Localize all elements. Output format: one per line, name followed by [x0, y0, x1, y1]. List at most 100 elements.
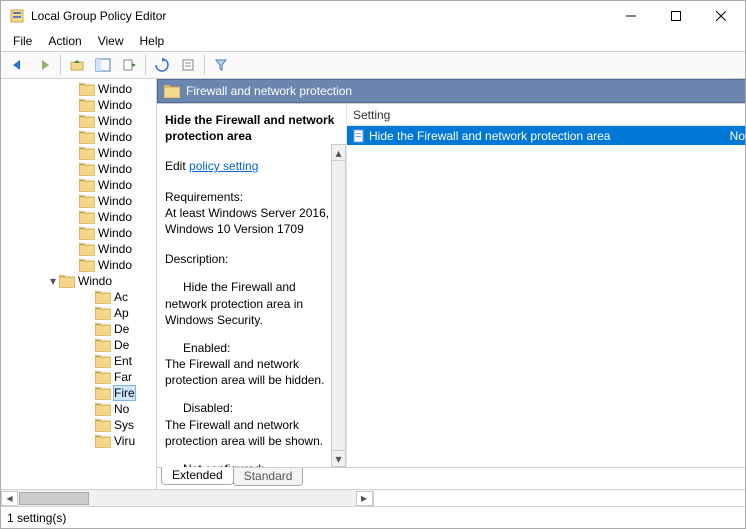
folder-icon: [79, 227, 95, 240]
tree-item[interactable]: Windo: [1, 145, 156, 161]
edit-label: Edit: [165, 159, 186, 173]
tree-item[interactable]: ▾Windo: [1, 273, 156, 289]
folder-icon: [79, 243, 95, 256]
status-bar: 1 setting(s): [1, 506, 745, 528]
scroll-thumb[interactable]: [19, 492, 89, 505]
tree-item[interactable]: Sys: [1, 417, 156, 433]
requirements-label: Requirements:: [165, 189, 340, 205]
up-button[interactable]: [65, 53, 89, 77]
tree-item[interactable]: Ap: [1, 305, 156, 321]
tree-item-label: Windo: [98, 242, 132, 256]
policy-setting-link[interactable]: policy setting: [189, 159, 258, 173]
scroll-right-icon[interactable]: ▸: [356, 491, 373, 506]
tree-pane[interactable]: WindoWindoWindoWindoWindoWindoWindoWindo…: [1, 79, 157, 489]
properties-button[interactable]: [176, 53, 200, 77]
tree-item-label: Windo: [98, 82, 132, 96]
back-button[interactable]: [6, 53, 30, 77]
view-tabs: Extended Standard: [157, 467, 745, 489]
tree-item[interactable]: Fire: [1, 385, 156, 401]
tree-item[interactable]: Windo: [1, 177, 156, 193]
export-button[interactable]: [117, 53, 141, 77]
tree-item[interactable]: Ent: [1, 353, 156, 369]
toolbar-separator: [145, 55, 146, 75]
show-hide-tree-button[interactable]: [91, 53, 115, 77]
folder-icon: [79, 131, 95, 144]
tree-item-label: Far: [114, 370, 132, 384]
description-text: Hide the Firewall and network protection…: [165, 279, 340, 328]
tab-extended[interactable]: Extended: [161, 467, 234, 485]
minimize-button[interactable]: [608, 2, 653, 30]
toolbar: [1, 51, 745, 79]
tree-item[interactable]: Windo: [1, 225, 156, 241]
folder-icon: [79, 115, 95, 128]
tree-item-label: Windo: [98, 258, 132, 272]
scroll-left-icon[interactable]: ◂: [1, 491, 18, 506]
tree-h-scrollbar[interactable]: ◂ ▸: [1, 490, 374, 506]
tree-item[interactable]: Windo: [1, 161, 156, 177]
scroll-up-icon[interactable]: ▴: [332, 145, 345, 161]
folder-icon: [95, 371, 111, 384]
tree-item[interactable]: Windo: [1, 193, 156, 209]
tree-item-label: Windo: [98, 194, 132, 208]
folder-icon: [79, 99, 95, 112]
tree-item-label: Ap: [114, 306, 129, 320]
tree-item-label: Windo: [98, 162, 132, 176]
tree-item[interactable]: Ac: [1, 289, 156, 305]
menu-help[interactable]: Help: [132, 32, 173, 50]
tree-item[interactable]: Windo: [1, 81, 156, 97]
menu-file[interactable]: File: [5, 32, 40, 50]
window-title: Local Group Policy Editor: [31, 9, 608, 23]
tree-item[interactable]: Viru: [1, 433, 156, 449]
maximize-button[interactable]: [653, 2, 698, 30]
tree-item[interactable]: Far: [1, 369, 156, 385]
folder-icon: [79, 163, 95, 176]
folder-icon: [164, 85, 180, 98]
scroll-down-icon[interactable]: ▾: [332, 450, 345, 466]
list-header[interactable]: Setting: [347, 104, 745, 126]
settings-list: Setting Hide the Firewall and network pr…: [347, 104, 745, 467]
tree-item[interactable]: Windo: [1, 241, 156, 257]
horizontal-scroll-area: ◂ ▸: [1, 489, 745, 506]
folder-icon: [95, 291, 111, 304]
folder-icon: [79, 259, 95, 272]
forward-button[interactable]: [32, 53, 56, 77]
list-row[interactable]: Hide the Firewall and network protection…: [347, 126, 745, 145]
scroll-filler: [374, 490, 746, 506]
tree-item-label: Windo: [98, 210, 132, 224]
folder-icon: [95, 435, 111, 448]
menu-view[interactable]: View: [90, 32, 132, 50]
tree-item[interactable]: De: [1, 337, 156, 353]
column-setting[interactable]: Setting: [353, 108, 390, 122]
description-pane: Hide the Firewall and network protection…: [157, 104, 347, 467]
menu-action[interactable]: Action: [40, 32, 89, 50]
filter-button[interactable]: [209, 53, 233, 77]
menu-bar: File Action View Help: [1, 31, 745, 51]
tree-item-label: Ac: [114, 290, 128, 304]
folder-icon: [79, 211, 95, 224]
tree-item[interactable]: Windo: [1, 129, 156, 145]
refresh-button[interactable]: [150, 53, 174, 77]
folder-icon: [95, 387, 111, 400]
tree-item[interactable]: No: [1, 401, 156, 417]
folder-icon: [79, 179, 95, 192]
close-button[interactable]: [698, 2, 743, 30]
folder-icon: [95, 403, 111, 416]
app-icon: [9, 8, 25, 24]
folder-icon: [79, 83, 95, 96]
description-scrollbar[interactable]: ▴ ▾: [331, 144, 346, 467]
tree-item-label: Viru: [114, 434, 135, 448]
tree-item[interactable]: Windo: [1, 257, 156, 273]
tab-standard[interactable]: Standard: [233, 468, 304, 486]
expand-icon[interactable]: ▾: [47, 274, 59, 288]
tree-item-label: De: [114, 322, 129, 336]
tree-item-label: Fire: [114, 386, 135, 400]
tree-item[interactable]: Windo: [1, 113, 156, 129]
tree-item[interactable]: Windo: [1, 209, 156, 225]
tree-item[interactable]: De: [1, 321, 156, 337]
folder-icon: [95, 323, 111, 336]
tree-item[interactable]: Windo: [1, 97, 156, 113]
enabled-label: Enabled:: [165, 340, 340, 356]
title-bar: Local Group Policy Editor: [1, 1, 745, 31]
tree-item-label: Ent: [114, 354, 132, 368]
tree-item-label: Windo: [98, 146, 132, 160]
